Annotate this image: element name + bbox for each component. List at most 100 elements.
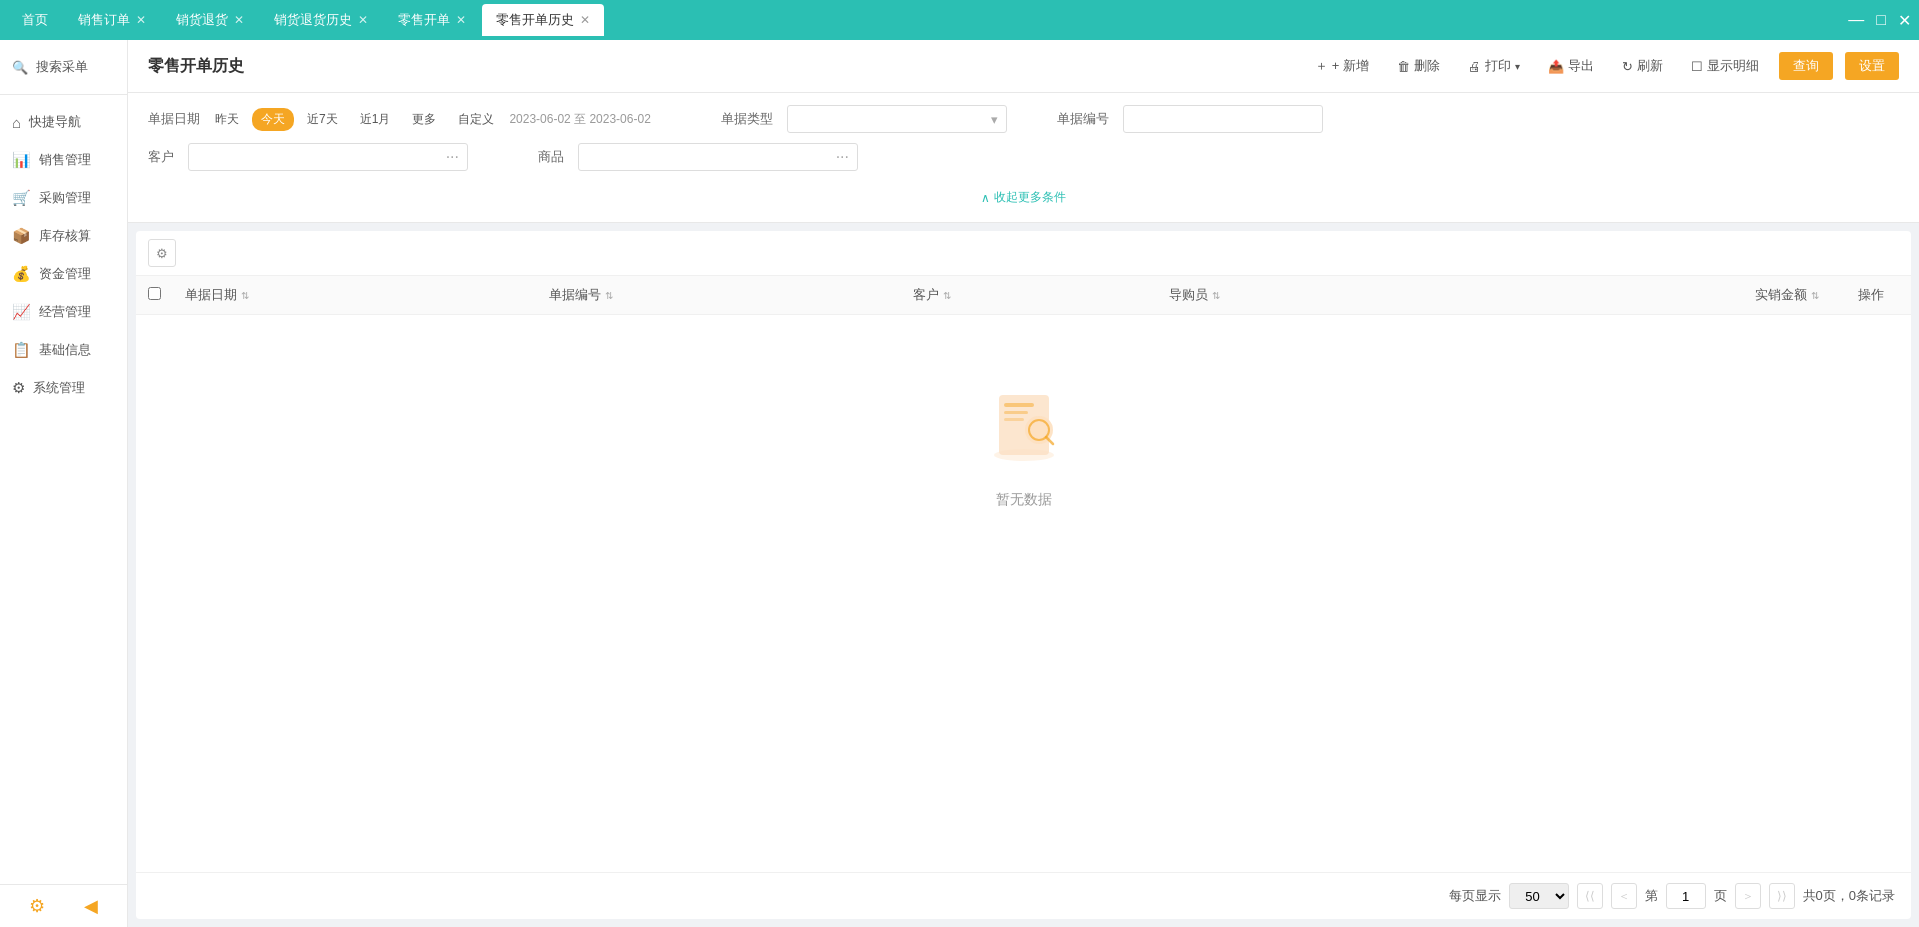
type-select-arrow: ▾ <box>991 112 998 127</box>
th-date: 单据日期 ⇅ <box>173 276 537 315</box>
last-page-btn[interactable]: ⟩⟩ <box>1769 883 1795 909</box>
sort-date-icon[interactable]: ⇅ <box>241 290 249 301</box>
sidebar-nav: ⌂ 快捷导航 📊 销售管理 🛒 采购管理 📦 库存核算 💰 资金管理 📈 <box>0 95 127 884</box>
sidebar-item-operations-label: 经营管理 <box>39 303 91 321</box>
sales-icon: 📊 <box>12 151 31 169</box>
date-custom[interactable]: 自定义 <box>449 108 503 131</box>
next-page-btn[interactable]: ＞ <box>1735 883 1761 909</box>
tab-sales-return[interactable]: 销货退货 ✕ <box>162 4 258 36</box>
content-area: 零售开单历史 ＋ + 新增 🗑 删除 🖨 打印 ▾ 📤 导出 <box>128 40 1919 927</box>
settings-button[interactable]: 设置 <box>1845 52 1899 80</box>
page-input[interactable] <box>1666 883 1706 909</box>
sidebar-search-label: 搜索采单 <box>36 58 88 76</box>
sort-customer-icon[interactable]: ⇅ <box>943 290 951 301</box>
sidebar-item-operations[interactable]: 📈 经营管理 <box>0 293 127 331</box>
page-title: 零售开单历史 <box>148 56 244 77</box>
table-header-row: 单据日期 ⇅ 单据编号 ⇅ 客户 ⇅ <box>136 276 1911 315</box>
page-word: 第 <box>1645 887 1658 905</box>
tab-sales-order-close[interactable]: ✕ <box>136 14 146 26</box>
tab-home-label: 首页 <box>22 11 48 29</box>
tab-retail-order-history-close[interactable]: ✕ <box>580 14 590 26</box>
print-button[interactable]: 🖨 打印 ▾ <box>1460 53 1528 79</box>
window-controls: — □ ✕ <box>1848 11 1911 30</box>
date-7days[interactable]: 近7天 <box>298 108 347 131</box>
number-input[interactable] <box>1123 105 1323 133</box>
goods-select[interactable]: ··· <box>578 143 858 171</box>
date-yesterday[interactable]: 昨天 <box>206 108 248 131</box>
minimize-btn[interactable]: — <box>1848 11 1864 30</box>
tab-bar: 首页 销售订单 ✕ 销货退货 ✕ 销货退货历史 ✕ 零售开单 ✕ 零售开单历史 … <box>0 0 1919 40</box>
checkbox-icon: ☐ <box>1691 59 1703 74</box>
th-amount-label: 实销金额 <box>1755 287 1807 302</box>
sidebar-item-sales-label: 销售管理 <box>39 151 91 169</box>
prev-page-btn[interactable]: ＜ <box>1611 883 1637 909</box>
sidebar-item-quicknav[interactable]: ⌂ 快捷导航 <box>0 103 127 141</box>
svg-rect-3 <box>1004 411 1028 414</box>
sidebar-item-finance[interactable]: 💰 资金管理 <box>0 255 127 293</box>
collapse-sidebar-icon[interactable]: ◀ <box>84 895 98 917</box>
sidebar-item-system-label: 系统管理 <box>33 379 85 397</box>
tab-sales-return-close[interactable]: ✕ <box>234 14 244 26</box>
page-label: 页 <box>1714 887 1727 905</box>
table-settings-button[interactable]: ⚙ <box>148 239 176 267</box>
sidebar-item-purchase[interactable]: 🛒 采购管理 <box>0 179 127 217</box>
date-today[interactable]: 今天 <box>252 108 294 131</box>
sort-number-icon[interactable]: ⇅ <box>605 290 613 301</box>
refresh-button[interactable]: ↻ 刷新 <box>1614 53 1671 79</box>
select-all-checkbox[interactable] <box>148 287 161 300</box>
sidebar-item-sales[interactable]: 📊 销售管理 <box>0 141 127 179</box>
customer-select[interactable]: ··· <box>188 143 468 171</box>
query-button[interactable]: 查询 <box>1779 52 1833 80</box>
tab-sales-order[interactable]: 销售订单 ✕ <box>64 4 160 36</box>
goods-dots-icon[interactable]: ··· <box>836 148 849 166</box>
new-button[interactable]: ＋ + 新增 <box>1307 53 1377 79</box>
th-salesperson: 导购员 ⇅ <box>1157 276 1467 315</box>
tab-sales-return-history-close[interactable]: ✕ <box>358 14 368 26</box>
sidebar-search[interactable]: 🔍 搜索采单 <box>0 52 127 82</box>
tab-sales-return-history[interactable]: 销货退货历史 ✕ <box>260 4 382 36</box>
empty-text: 暂无数据 <box>996 491 1052 509</box>
sort-salesperson-icon[interactable]: ⇅ <box>1212 290 1220 301</box>
tab-retail-order-history[interactable]: 零售开单历史 ✕ <box>482 4 604 36</box>
settings-gear-icon[interactable]: ⚙ <box>29 895 45 917</box>
filter-row-2: 客户 ··· 商品 ··· <box>148 143 1899 171</box>
th-date-label: 单据日期 <box>185 287 237 302</box>
first-page-btn[interactable]: ⟨⟨ <box>1577 883 1603 909</box>
type-select[interactable]: ▾ <box>787 105 1007 133</box>
new-label: + 新增 <box>1332 57 1369 75</box>
th-customer-label: 客户 <box>913 287 939 302</box>
sidebar-top: 🔍 搜索采单 <box>0 40 127 95</box>
tab-retail-order-close[interactable]: ✕ <box>456 14 466 26</box>
chevron-up-icon: ∧ <box>981 191 990 205</box>
delete-button[interactable]: 🗑 删除 <box>1389 53 1448 79</box>
date-1month[interactable]: 近1月 <box>351 108 400 131</box>
display-detail-button[interactable]: ☐ 显示明细 <box>1683 53 1767 79</box>
main-layout: 🔍 搜索采单 ⌂ 快捷导航 📊 销售管理 🛒 采购管理 📦 库存核算 � <box>0 40 1919 927</box>
export-icon: 📤 <box>1548 59 1564 74</box>
query-label: 查询 <box>1793 57 1819 75</box>
system-icon: ⚙ <box>12 379 25 397</box>
sidebar-item-base[interactable]: 📋 基础信息 <box>0 331 127 369</box>
sidebar-item-finance-label: 资金管理 <box>39 265 91 283</box>
collapse-button[interactable]: ∧ 收起更多条件 <box>969 185 1078 210</box>
search-icon: 🔍 <box>12 60 28 75</box>
refresh-label: 刷新 <box>1637 57 1663 75</box>
per-page-select[interactable]: 50 100 200 <box>1509 883 1569 909</box>
type-label: 单据类型 <box>721 110 773 128</box>
print-dropdown-icon: ▾ <box>1515 61 1520 72</box>
tab-home[interactable]: 首页 <box>8 4 62 36</box>
sidebar-item-system[interactable]: ⚙ 系统管理 <box>0 369 127 407</box>
customer-dots-icon[interactable]: ··· <box>446 148 459 166</box>
close-btn[interactable]: ✕ <box>1898 11 1911 30</box>
maximize-btn[interactable]: □ <box>1876 11 1886 30</box>
export-button[interactable]: 📤 导出 <box>1540 53 1602 79</box>
collapse-label: 收起更多条件 <box>994 189 1066 206</box>
sort-amount-icon[interactable]: ⇅ <box>1811 290 1819 301</box>
date-more[interactable]: 更多 <box>403 108 445 131</box>
tab-retail-order[interactable]: 零售开单 ✕ <box>384 4 480 36</box>
tab-sales-order-label: 销售订单 <box>78 11 130 29</box>
tab-retail-order-label: 零售开单 <box>398 11 450 29</box>
th-checkbox <box>136 276 173 315</box>
th-number: 单据编号 ⇅ <box>537 276 901 315</box>
sidebar-item-inventory[interactable]: 📦 库存核算 <box>0 217 127 255</box>
